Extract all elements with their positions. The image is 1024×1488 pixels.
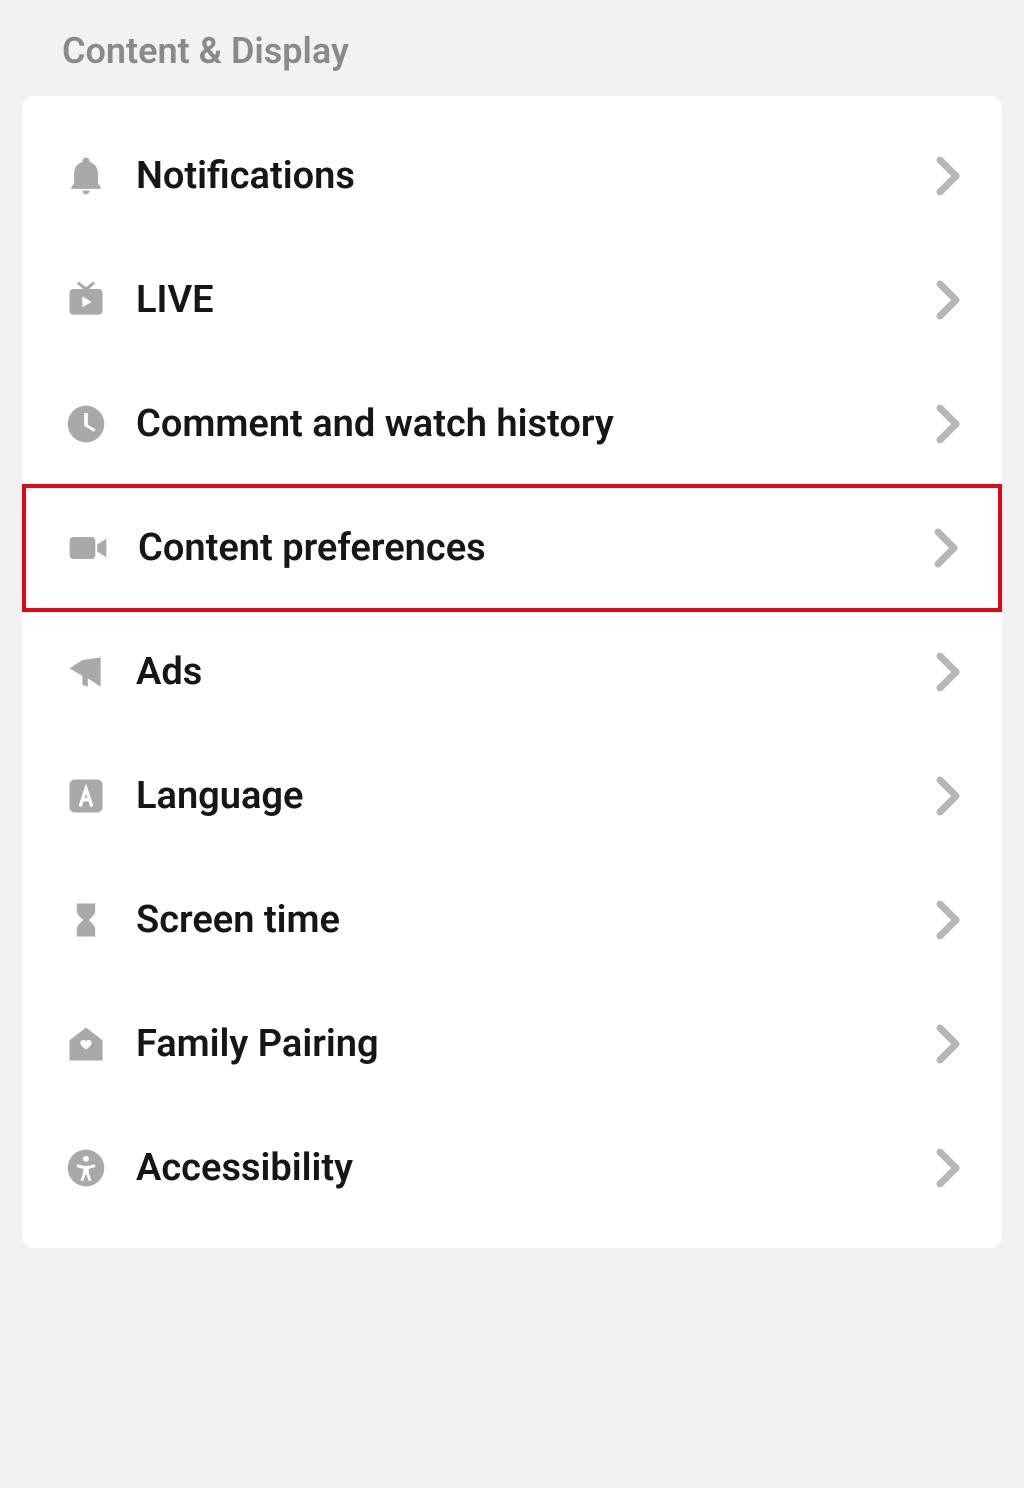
menu-item-label: Notifications (136, 154, 936, 198)
menu-item-language[interactable]: Language (22, 734, 1002, 858)
menu-item-live[interactable]: LIVE (22, 238, 1002, 362)
chevron-right-icon (936, 900, 960, 940)
menu-item-label: LIVE (136, 278, 936, 322)
menu-item-label: Content preferences (138, 526, 934, 570)
menu-item-notifications[interactable]: Notifications (22, 114, 1002, 238)
chevron-right-icon (936, 776, 960, 816)
menu-item-content-preferences[interactable]: Content preferences (24, 486, 1000, 610)
menu-item-accessibility[interactable]: Accessibility (22, 1106, 1002, 1230)
chevron-right-icon (936, 280, 960, 320)
menu-item-label: Accessibility (136, 1146, 936, 1190)
section-header: Content & Display (0, 0, 1024, 96)
letter-a-icon (64, 774, 108, 818)
menu-item-screen-time[interactable]: Screen time (22, 858, 1002, 982)
menu-item-label: Screen time (136, 898, 936, 942)
menu-item-comment-watch-history[interactable]: Comment and watch history (22, 362, 1002, 486)
menu-item-family-pairing[interactable]: Family Pairing (22, 982, 1002, 1106)
video-camera-icon (66, 526, 110, 570)
megaphone-icon (64, 650, 108, 694)
accessibility-icon (64, 1146, 108, 1190)
chevron-right-icon (934, 528, 958, 568)
chevron-right-icon (936, 1148, 960, 1188)
settings-card: Notifications LIVE Comment and watch his… (22, 96, 1002, 1248)
hourglass-icon (64, 898, 108, 942)
menu-item-label: Family Pairing (136, 1022, 936, 1066)
menu-item-label: Ads (136, 650, 936, 694)
live-tv-icon (64, 278, 108, 322)
chevron-right-icon (936, 652, 960, 692)
bell-icon (64, 154, 108, 198)
chevron-right-icon (936, 156, 960, 196)
clock-icon (64, 402, 108, 446)
chevron-right-icon (936, 404, 960, 444)
home-heart-icon (64, 1022, 108, 1066)
menu-item-label: Comment and watch history (136, 402, 936, 446)
chevron-right-icon (936, 1024, 960, 1064)
menu-item-label: Language (136, 774, 936, 818)
menu-item-ads[interactable]: Ads (22, 610, 1002, 734)
